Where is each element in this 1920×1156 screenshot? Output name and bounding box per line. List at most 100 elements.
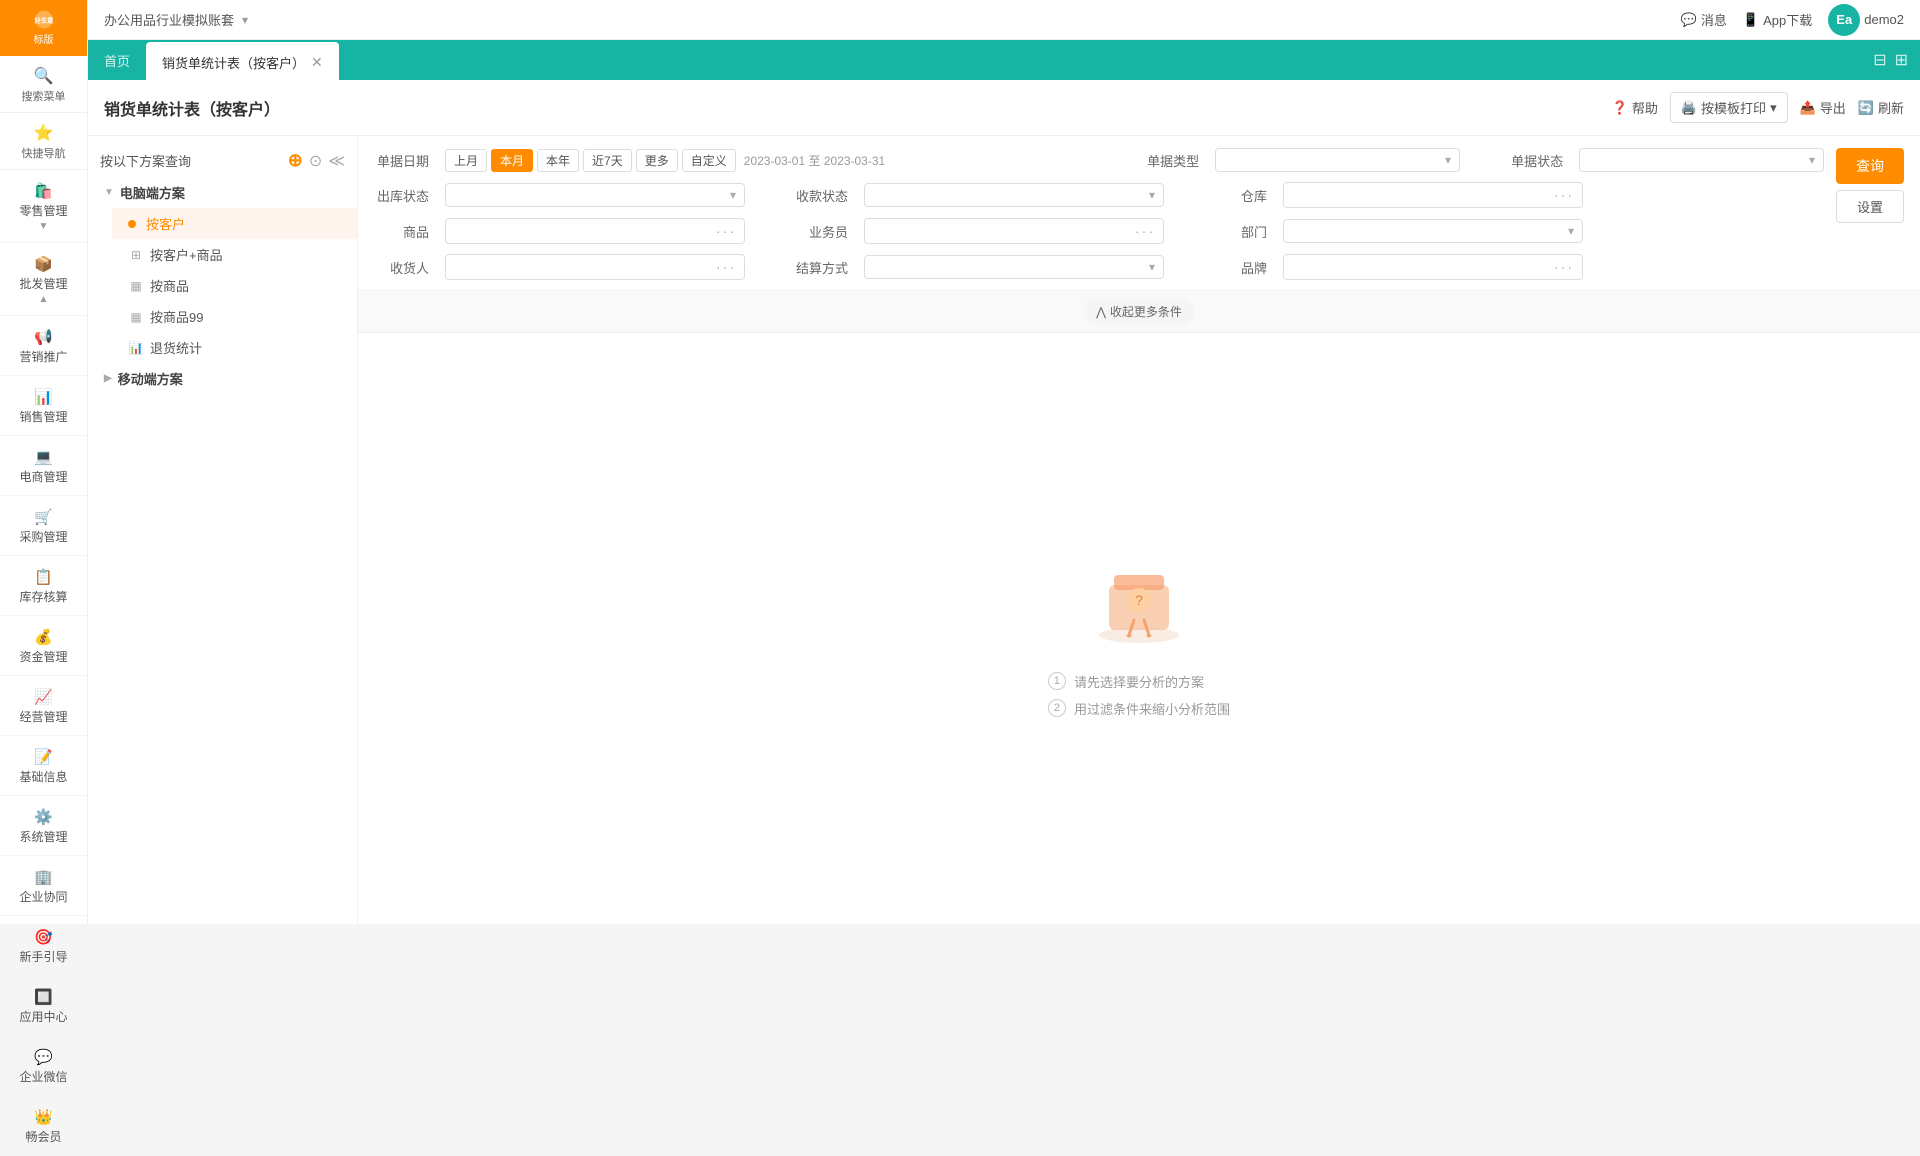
tree-expand-icon[interactable]: ▼ (104, 187, 114, 198)
tree-expand-mobile-icon[interactable]: ▶ (104, 373, 112, 384)
sidebar-item-basic-label: 基础信息 (19, 768, 67, 785)
sidebar-item-member[interactable]: 👑 畅会员 (0, 1096, 87, 1156)
tree-item-return-stat[interactable]: 📊 退货统计 (112, 332, 357, 363)
doc-status-select[interactable]: ▾ (1579, 148, 1824, 172)
filter-row-4: 收货人 ··· 结算方式 ▾ 品 (374, 254, 1824, 280)
sidebar-item-marketing[interactable]: 📢 营销推广 (0, 316, 87, 376)
tree-item-goods99[interactable]: ▦ 按商品99 (112, 301, 357, 332)
sidebar-item-system-label: 系统管理 (19, 828, 67, 845)
user-name: demo2 (1864, 12, 1904, 27)
sidebar-item-wechat[interactable]: 💬 企业微信 (0, 1036, 87, 1096)
date-btn-this-month[interactable]: 本月 (491, 149, 533, 172)
brand-dots-icon: ··· (1554, 259, 1574, 275)
goods-label: 商品 (374, 222, 429, 241)
date-label: 单据日期 (374, 151, 429, 170)
sidebar-item-finance-label: 资金管理 (19, 648, 67, 665)
tab-close-icon[interactable]: ✕ (311, 54, 323, 71)
collapse-button[interactable]: ⋀ 收起更多条件 (1084, 299, 1194, 324)
tab-expand-icon[interactable]: ⊞ (1895, 50, 1908, 70)
date-btn-this-year[interactable]: 本年 (537, 149, 579, 172)
return-stat-icon: 📊 (128, 340, 144, 356)
sidebar-item-ecommerce[interactable]: 💻 电商管理 (0, 436, 87, 496)
add-scheme-icon[interactable]: ⊕ (288, 150, 303, 171)
warehouse-input[interactable]: ··· (1283, 182, 1583, 208)
user-menu[interactable]: Ea demo2 (1828, 4, 1904, 36)
empty-tip-1-text: 请先选择要分析的方案 (1074, 672, 1204, 691)
date-btn-last-7[interactable]: 近7天 (583, 149, 632, 172)
empty-illustration: ? (1079, 540, 1199, 660)
brand-label: 品牌 (1212, 258, 1267, 277)
export-button[interactable]: 📤 导出 (1800, 98, 1846, 117)
tab-minimize-icon[interactable]: ⊟ (1873, 50, 1886, 70)
tab-sales-stat[interactable]: 销货单统计表（按客户） ✕ (146, 42, 339, 82)
tree-item-customer-goods[interactable]: ⊞ 按客户+商品 (112, 239, 357, 270)
sidebar-item-retail-label: 零售管理 (19, 202, 67, 219)
tree-item-by-customer[interactable]: 按客户 (112, 208, 357, 239)
sidebar-item-sales[interactable]: 📊 销售管理 (0, 376, 87, 436)
sidebar-item-operation-label: 经营管理 (19, 708, 67, 725)
brand-input[interactable]: ··· (1283, 254, 1583, 280)
goods99-icon: ▦ (128, 309, 144, 325)
topbar-dropdown-icon[interactable]: ▾ (242, 13, 248, 27)
receipt-status-select[interactable]: ▾ (864, 183, 1164, 207)
sidebar-quick-nav[interactable]: ⭐ 快捷导航 (0, 113, 87, 170)
date-btn-more[interactable]: 更多 (636, 149, 678, 172)
sidebar-logo-text: 标版 (34, 31, 54, 46)
setup-button[interactable]: 设置 (1836, 190, 1904, 223)
user-avatar: Ea (1828, 4, 1860, 36)
receiver-input[interactable]: ··· (445, 254, 745, 280)
page-header: 销货单统计表（按客户） ❓ 帮助 🖨️ 按模板打印 ▾ 📤 导出 🔄 刷新 (88, 80, 1920, 136)
by-goods-icon: ▦ (128, 278, 144, 294)
receipt-status-label: 收款状态 (793, 186, 848, 205)
tree-section-desktop: ▼ 电脑端方案 (88, 177, 357, 208)
receiver-label: 收货人 (374, 258, 429, 277)
sidebar-item-inventory[interactable]: 📋 库存核算 (0, 556, 87, 616)
help-button[interactable]: ❓ 帮助 (1612, 98, 1658, 117)
main-area: 办公用品行业模拟账套 ▾ 💬 消息 📱 App下载 Ea demo2 首页 销货… (88, 0, 1920, 924)
sidebar-item-apps[interactable]: 🔲 应用中心 (0, 976, 87, 1036)
out-status-label: 出库状态 (374, 186, 429, 205)
sidebar-item-newbie[interactable]: 🎯 新手引导 (0, 916, 87, 976)
date-btn-custom[interactable]: 自定义 (682, 149, 736, 172)
date-btn-last-month[interactable]: 上月 (445, 149, 487, 172)
collapse-panel-icon[interactable]: ≪ (328, 151, 345, 171)
print-button[interactable]: 🖨️ 按模板打印 ▾ (1670, 92, 1788, 123)
print-dropdown-icon[interactable]: ▾ (1770, 100, 1777, 116)
sidebar-item-ecommerce-label: 电商管理 (19, 468, 67, 485)
edit-scheme-icon[interactable]: ⊙ (309, 151, 322, 171)
sidebar-item-purchase[interactable]: 🛒 采购管理 (0, 496, 87, 556)
refresh-label: 刷新 (1878, 98, 1904, 117)
dept-select[interactable]: ▾ (1283, 219, 1583, 243)
query-button[interactable]: 查询 (1836, 148, 1904, 184)
sidebar-item-sales-label: 销售管理 (19, 408, 67, 425)
filter-row-2: 出库状态 ▾ 收款状态 ▾ 仓库 (374, 182, 1824, 208)
sidebar-item-operation[interactable]: 📈 经营管理 (0, 676, 87, 736)
tree-item-by-goods[interactable]: ▦ 按商品 (112, 270, 357, 301)
sidebar-item-enterprise[interactable]: 🏢 企业协同 (0, 856, 87, 916)
warehouse-label: 仓库 (1212, 186, 1267, 205)
sidebar-item-wholesale-label: 批发管理 (19, 275, 67, 292)
sidebar-search-menu[interactable]: 🔍 搜索菜单 (0, 56, 87, 113)
sidebar-item-retail[interactable]: 🛍️ 零售管理 ▼ (0, 170, 87, 243)
logo-icon: 好生意 (24, 10, 64, 29)
settlement-select[interactable]: ▾ (864, 255, 1164, 279)
doc-type-select[interactable]: ▾ (1215, 148, 1460, 172)
export-icon: 📤 (1800, 100, 1816, 116)
page-title: 销货单统计表（按客户） (104, 96, 280, 120)
app-download-button[interactable]: 📱 App下载 (1743, 10, 1812, 29)
print-label: 按模板打印 (1701, 98, 1766, 117)
sidebar-item-wholesale[interactable]: 📦 批发管理 ▲ (0, 243, 87, 316)
out-status-select[interactable]: ▾ (445, 183, 745, 207)
sidebar-item-finance[interactable]: 💰 资金管理 (0, 616, 87, 676)
salesperson-input[interactable]: ··· (864, 218, 1164, 244)
goods-input[interactable]: ··· (445, 218, 745, 244)
refresh-button[interactable]: 🔄 刷新 (1858, 98, 1904, 117)
retail-arrow-icon: ▼ (39, 221, 49, 232)
right-panel: 单据日期 上月 本月 本年 近7天 更多 自定义 2023-03-01 至 20… (358, 136, 1920, 924)
sidebar-item-system[interactable]: ⚙️ 系统管理 (0, 796, 87, 856)
sidebar-item-basic[interactable]: 📝 基础信息 (0, 736, 87, 796)
tab-home[interactable]: 首页 (88, 40, 146, 80)
tab-home-label: 首页 (104, 51, 130, 70)
settlement-label: 结算方式 (793, 258, 848, 277)
message-button[interactable]: 💬 消息 (1681, 10, 1727, 29)
